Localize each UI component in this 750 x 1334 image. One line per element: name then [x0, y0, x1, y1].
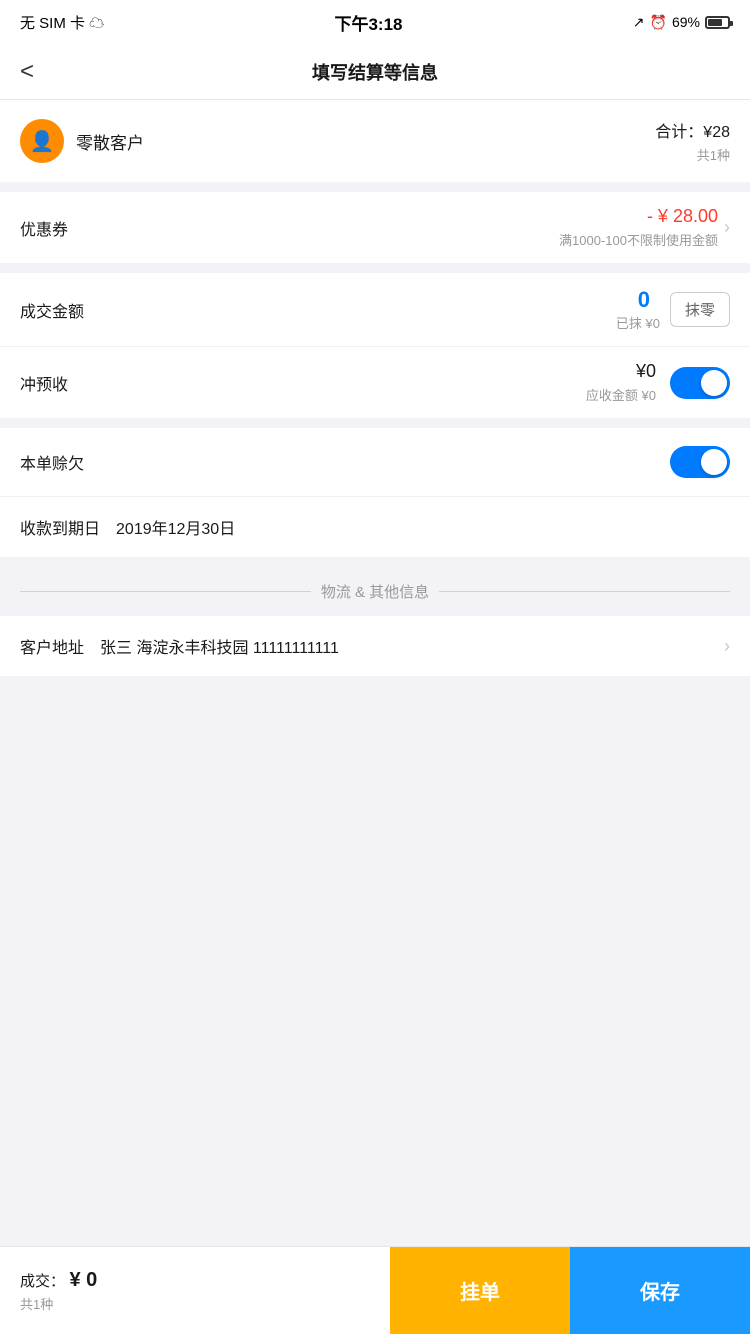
- bottom-count: 共1种: [20, 1294, 370, 1313]
- due-date-content: 收款到期日 2019年12月30日: [20, 515, 730, 539]
- debt-toggle[interactable]: [670, 446, 730, 478]
- hold-button[interactable]: 挂单: [390, 1247, 570, 1334]
- prepay-label: 冲预收: [20, 371, 68, 395]
- sim-label: 无 SIM 卡 ☁: [20, 12, 104, 33]
- prepay-toggle[interactable]: [670, 367, 730, 399]
- deal-value-wrap: 0 已抹 ¥0: [616, 287, 660, 332]
- status-left: 无 SIM 卡 ☁: [20, 12, 104, 33]
- debt-toggle-knob: [701, 449, 727, 475]
- back-button[interactable]: <: [20, 58, 34, 86]
- battery-percent: 69%: [672, 14, 700, 30]
- status-right: ↗ ⏰ 69%: [633, 14, 730, 31]
- bottom-info: 成交： ¥ 0 共1种: [0, 1269, 390, 1313]
- coupon-value-wrap: - ¥ 28.00 满1000-100不限制使用金额: [559, 206, 718, 249]
- chevron-right-icon: ›: [724, 217, 730, 238]
- address-chevron-icon: ›: [724, 636, 730, 657]
- customer-name: 零散客户: [76, 129, 144, 154]
- battery-icon: [705, 16, 730, 29]
- prepay-sub: 应收金额 ¥0: [586, 385, 656, 404]
- divider-1: [0, 182, 750, 192]
- address-label: 客户地址: [20, 634, 84, 658]
- bottom-bar: 成交： ¥ 0 共1种 挂单 保存: [0, 1246, 750, 1334]
- round-zero-button[interactable]: 抹零: [670, 292, 730, 327]
- toggle-knob: [701, 370, 727, 396]
- deal-amount-label: 成交金额: [20, 298, 84, 322]
- bottom-deal-line: 成交： ¥ 0: [20, 1269, 370, 1292]
- save-button[interactable]: 保存: [570, 1247, 750, 1334]
- coupon-discount: - ¥ 28.00: [559, 206, 718, 227]
- coupon-label: 优惠券: [20, 216, 68, 240]
- prepay-row: 冲预收 ¥0 应收金额 ¥0: [0, 347, 750, 418]
- divider-2: [0, 263, 750, 273]
- logistics-section: 物流 & 其他信息: [0, 567, 750, 616]
- due-date-label: 收款到期日: [20, 515, 100, 539]
- deal-section: 成交金额 0 已抹 ¥0 抹零 冲预收 ¥0 应收金额 ¥0: [0, 273, 750, 418]
- address-section[interactable]: 客户地址 张三 海淀永丰科技园 11111111111 ›: [0, 616, 750, 676]
- customer-total-wrap: 合计：¥28 共1种: [655, 118, 730, 164]
- deal-sub: 已抹 ¥0: [616, 313, 660, 332]
- page-title: 填写结算等信息: [312, 59, 438, 85]
- alarm-icon: ⏰: [650, 14, 667, 31]
- customer-total: 合计：¥28: [655, 118, 730, 142]
- customer-section: 👤 零散客户 合计：¥28 共1种: [0, 100, 750, 182]
- nav-bar: < 填写结算等信息: [0, 44, 750, 100]
- address-value: 张三 海淀永丰科技园 11111111111: [100, 634, 724, 658]
- divider-3: [0, 418, 750, 428]
- prepay-value: ¥0: [586, 361, 656, 382]
- logistics-label: 物流 & 其他信息: [20, 581, 730, 602]
- location-icon: ↗: [633, 14, 645, 31]
- coupon-sub: 满1000-100不限制使用金额: [559, 230, 718, 249]
- person-icon: 👤: [30, 129, 55, 154]
- divider-4: [0, 557, 750, 567]
- due-date-value: 2019年12月30日: [116, 515, 235, 539]
- prepay-right: ¥0 应收金额 ¥0: [586, 361, 730, 404]
- customer-info: 👤 零散客户: [20, 119, 144, 163]
- content: 👤 零散客户 合计：¥28 共1种 优惠券 - ¥ 28.00 满1000-10…: [0, 100, 750, 966]
- bottom-deal-amount: ¥ 0: [69, 1269, 97, 1291]
- due-date-section: 收款到期日 2019年12月30日: [0, 496, 750, 557]
- coupon-row[interactable]: 优惠券 - ¥ 28.00 满1000-100不限制使用金额 ›: [0, 192, 750, 263]
- deal-amount-row: 成交金额 0 已抹 ¥0 抹零: [0, 273, 750, 347]
- bottom-deal-label: 成交：: [20, 1273, 65, 1290]
- customer-count: 共1种: [655, 145, 730, 164]
- status-time: 下午3:18: [334, 10, 402, 35]
- customer-avatar: 👤: [20, 119, 64, 163]
- coupon-right: - ¥ 28.00 满1000-100不限制使用金额 ›: [559, 206, 730, 249]
- deal-amount-value-wrap: 0 已抹 ¥0 抹零: [616, 287, 730, 332]
- prepay-amount: ¥0 应收金额 ¥0: [586, 361, 656, 404]
- debt-label: 本单赊欠: [20, 450, 84, 474]
- status-bar: 无 SIM 卡 ☁ 下午3:18 ↗ ⏰ 69%: [0, 0, 750, 44]
- divider-5: [0, 676, 750, 876]
- debt-section: 本单赊欠: [0, 428, 750, 496]
- deal-amount-value: 0: [638, 287, 650, 312]
